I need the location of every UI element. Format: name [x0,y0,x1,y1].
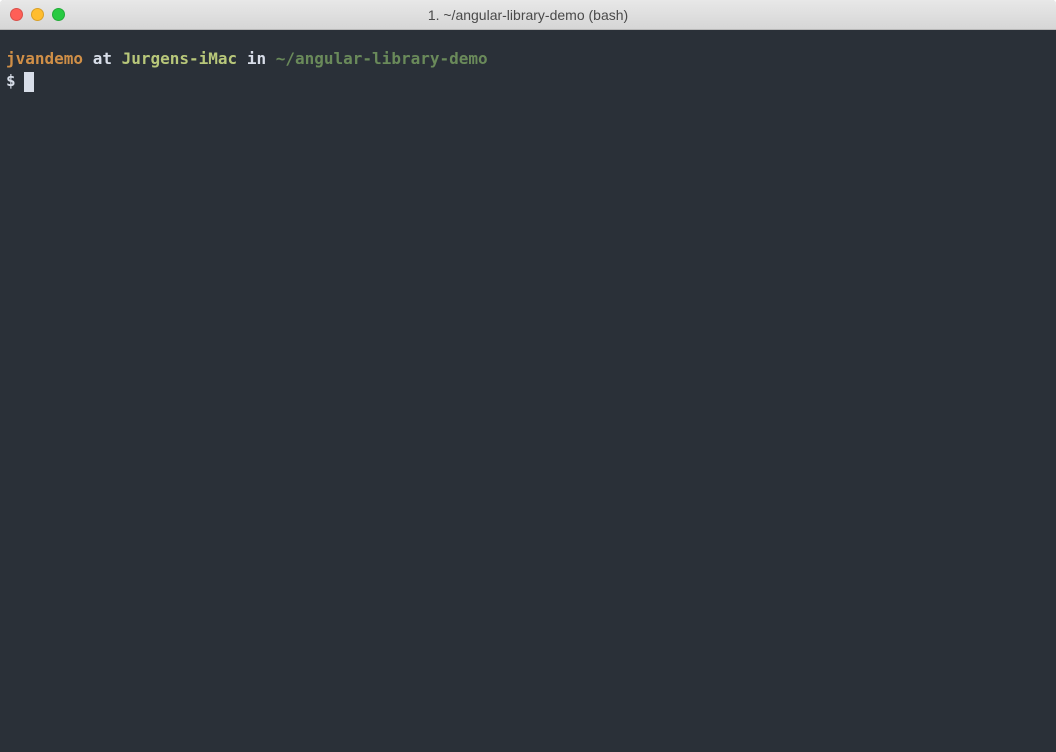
prompt-path: ~/angular-library-demo [276,49,488,68]
command-input-line[interactable]: $ [6,70,1050,92]
prompt-user: jvandemo [6,49,83,68]
prompt-line: jvandemo at Jurgens-iMac in ~/angular-li… [6,48,1050,70]
prompt-in: in [237,49,276,68]
terminal-window: 1. ~/angular-library-demo (bash) jvandem… [0,0,1056,752]
zoom-button[interactable] [52,8,65,21]
terminal-body[interactable]: jvandemo at Jurgens-iMac in ~/angular-li… [0,30,1056,752]
window-title: 1. ~/angular-library-demo (bash) [0,7,1056,23]
minimize-button[interactable] [31,8,44,21]
prompt-host: Jurgens-iMac [122,49,238,68]
traffic-lights [10,8,65,21]
window-titlebar: 1. ~/angular-library-demo (bash) [0,0,1056,30]
terminal-cursor [24,72,34,92]
prompt-at: at [83,49,122,68]
prompt-symbol: $ [6,70,16,92]
close-button[interactable] [10,8,23,21]
